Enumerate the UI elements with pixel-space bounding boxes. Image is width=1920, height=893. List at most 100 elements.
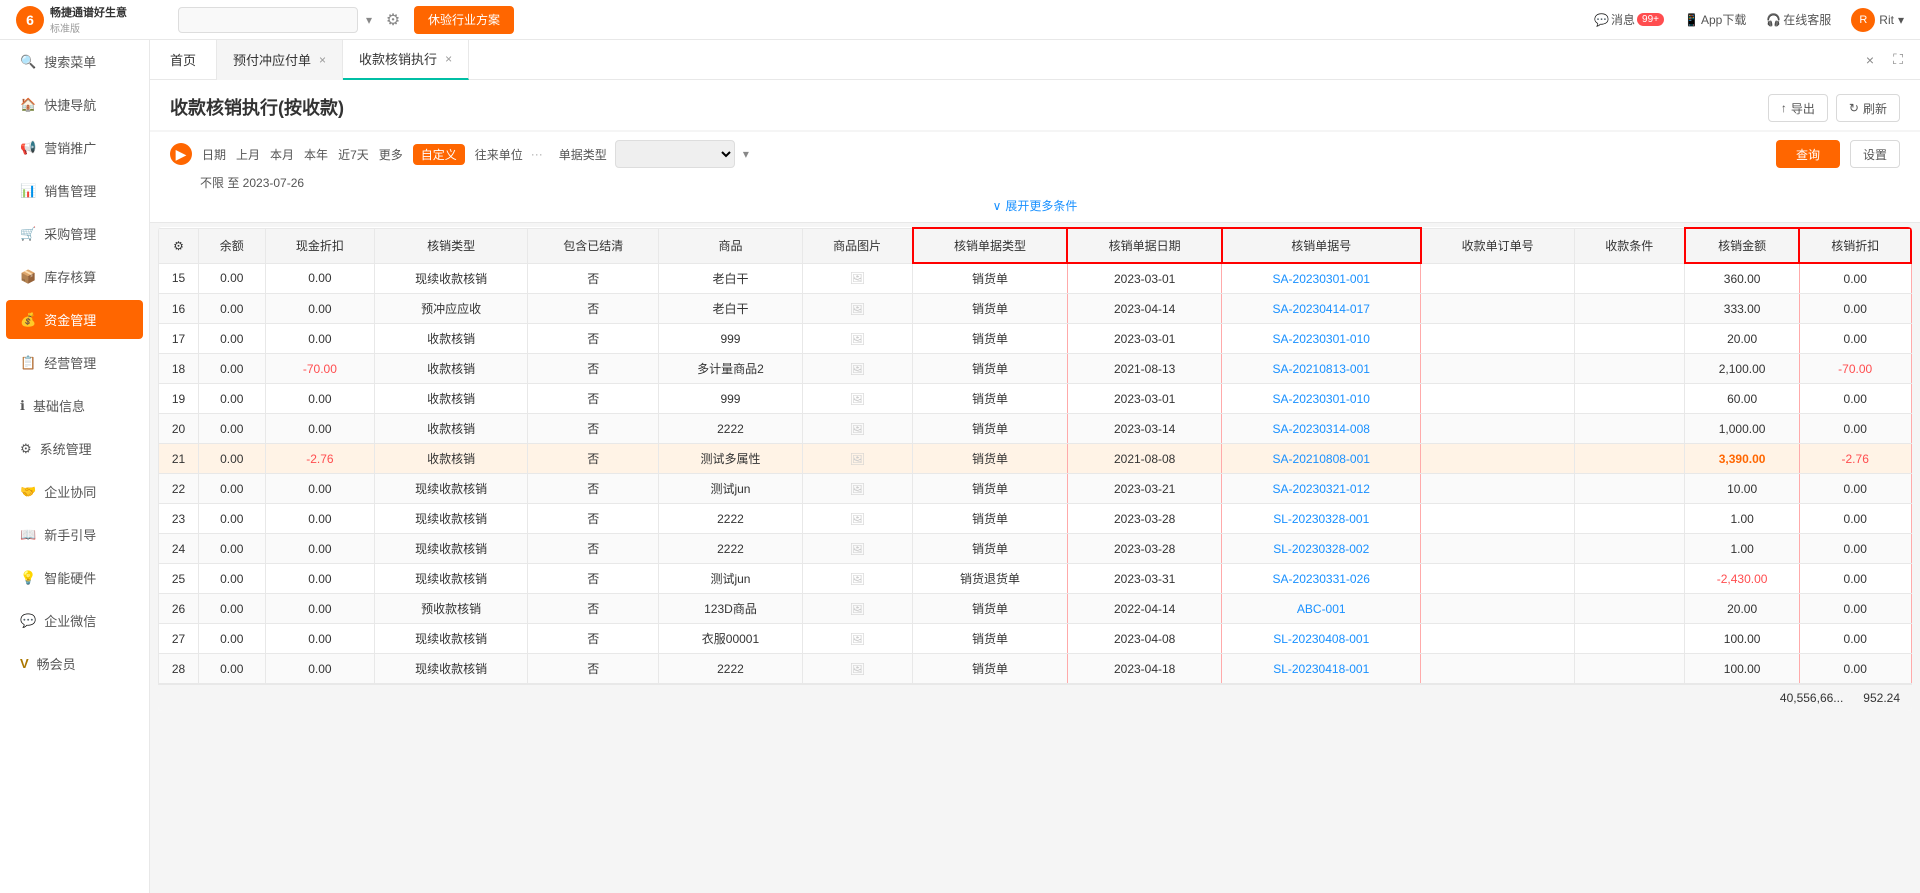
app-title: 畅捷通谱好生意 bbox=[50, 4, 127, 20]
top-search-placeholder bbox=[178, 7, 358, 33]
table-row: 250.000.00现续收款核销否测试jun🖼销货退货单2023-03-31SA… bbox=[159, 564, 1912, 594]
single-type-label: 单据类型 bbox=[559, 146, 607, 163]
marketing-icon: 📢 bbox=[20, 140, 36, 156]
expand-more-btn[interactable]: ∨ 展开更多条件 bbox=[993, 197, 1078, 214]
sidebar-item-system[interactable]: ⚙ 系统管理 bbox=[0, 427, 149, 470]
info-icon: ℹ bbox=[20, 398, 25, 414]
col-header-writeoff-bill-type: 核销单据类型 bbox=[913, 228, 1068, 263]
user-area[interactable]: R Rit ▾ bbox=[1851, 8, 1904, 32]
inventory-icon: 📦 bbox=[20, 269, 36, 285]
sidebar-item-wechat[interactable]: 💬 企业微信 bbox=[0, 599, 149, 642]
date-this-month[interactable]: 本月 bbox=[270, 146, 294, 163]
app-download-btn[interactable]: 📱 App下载 bbox=[1684, 11, 1746, 28]
sidebar-item-hardware[interactable]: 💡 智能硬件 bbox=[0, 556, 149, 599]
sidebar-item-marketing[interactable]: 📢 营销推广 bbox=[0, 126, 149, 169]
sidebar-item-funds[interactable]: 💰 资金管理 bbox=[6, 300, 143, 339]
search-icon: 🔍 bbox=[20, 54, 36, 70]
single-type-select[interactable] bbox=[615, 140, 735, 168]
sidebar-item-inventory[interactable]: 📦 库存核算 bbox=[0, 255, 149, 298]
table-row: 190.000.00收款核销否999🖼销货单2023-03-01SA-20230… bbox=[159, 384, 1912, 414]
system-icon: ⚙ bbox=[20, 441, 32, 457]
online-service-btn[interactable]: 🎧 在线客服 bbox=[1766, 11, 1831, 28]
table-row: 180.00-70.00收款核销否多计量商品2🖼销货单2021-08-13SA-… bbox=[159, 354, 1912, 384]
custom-date-btn[interactable]: 自定义 bbox=[413, 144, 465, 165]
col-header-product: 商品 bbox=[659, 228, 802, 263]
table-row: 230.000.00现续收款核销否2222🖼销货单2023-03-28SL-20… bbox=[159, 504, 1912, 534]
vip-icon: V bbox=[20, 656, 29, 671]
table-container: ⚙ 余额 现金折扣 核销类型 包含已结清 商品 商品图片 核销单据类型 核销单据… bbox=[158, 227, 1912, 711]
gear-button[interactable]: ⚙ bbox=[380, 7, 406, 33]
query-button[interactable]: 查询 bbox=[1776, 140, 1840, 168]
date-more[interactable]: 更多 bbox=[379, 146, 403, 163]
col-header-settings[interactable]: ⚙ bbox=[159, 228, 199, 263]
export-icon: ↑ bbox=[1781, 101, 1787, 115]
sidebar-item-purchase[interactable]: 🛒 采购管理 bbox=[0, 212, 149, 255]
date-label: 日期 bbox=[202, 146, 226, 163]
sales-icon: 📊 bbox=[20, 183, 36, 199]
expand-icon: ∨ bbox=[993, 199, 1002, 213]
col-header-include-settled: 包含已结清 bbox=[528, 228, 659, 263]
sidebar-item-sales[interactable]: 📊 销售管理 bbox=[0, 169, 149, 212]
table-row: 240.000.00现续收款核销否2222🖼销货单2023-03-28SL-20… bbox=[159, 534, 1912, 564]
page-title: 收款核销执行(按收款) bbox=[170, 94, 1900, 120]
logo-area: 6 畅捷通谱好生意 标准版 bbox=[16, 4, 166, 35]
table-row: 170.000.00收款核销否999🖼销货单2023-03-01SA-20230… bbox=[159, 324, 1912, 354]
date-last-month[interactable]: 上月 bbox=[236, 146, 260, 163]
sidebar-item-vip[interactable]: V 畅会员 bbox=[0, 642, 149, 685]
collab-icon: 🤝 bbox=[20, 484, 36, 500]
col-header-writeoff-amount: 核销金额 bbox=[1685, 228, 1800, 263]
industry-solution-button[interactable]: 休验行业方案 bbox=[414, 6, 514, 34]
dropdown-arrow[interactable]: ▾ bbox=[366, 13, 372, 27]
sidebar-item-guide[interactable]: 📖 新手引导 bbox=[0, 513, 149, 556]
sidebar-item-nav[interactable]: 🏠 快捷导航 bbox=[0, 83, 149, 126]
table-footer: 40,556,66... 952.24 bbox=[158, 684, 1912, 711]
export-button[interactable]: ↑ 导出 bbox=[1768, 94, 1828, 122]
sidebar-item-collab[interactable]: 🤝 企业协同 bbox=[0, 470, 149, 513]
col-header-writeoff-discount: 核销折扣 bbox=[1799, 228, 1911, 263]
table-row: 150.000.00现续收款核销否老白干🖼销货单2023-03-01SA-202… bbox=[159, 263, 1912, 294]
writeoff-discount-total: 952.24 bbox=[1863, 691, 1900, 705]
messages-btn[interactable]: 💬 消息 99+ bbox=[1594, 11, 1664, 28]
col-header-writeoff-type: 核销类型 bbox=[375, 228, 528, 263]
message-icon: 💬 bbox=[1594, 13, 1609, 27]
tab-close-btn[interactable]: × bbox=[1858, 48, 1882, 72]
operations-icon: 📋 bbox=[20, 355, 36, 371]
col-header-receipt-condition: 收款条件 bbox=[1574, 228, 1685, 263]
sidebar-item-operations[interactable]: 📋 经营管理 bbox=[0, 341, 149, 384]
tab-writeoff[interactable]: 收款核销执行 × bbox=[343, 40, 469, 80]
table-row: 210.00-2.76收款核销否测试多属性🖼销货单2021-08-08SA-20… bbox=[159, 444, 1912, 474]
table-row: 160.000.00预冲应应收否老白干🖼销货单2023-04-14SA-2023… bbox=[159, 294, 1912, 324]
tab-prepaid[interactable]: 预付冲应付单 × bbox=[217, 40, 343, 80]
tab-bar: 首页 预付冲应付单 × 收款核销执行 × × ⛶ bbox=[150, 40, 1920, 80]
tab-prepaid-close[interactable]: × bbox=[319, 53, 326, 67]
filter-expand-arrow[interactable]: ▶ bbox=[170, 143, 192, 165]
sidebar-item-search[interactable]: 🔍 搜索菜单 bbox=[0, 40, 149, 83]
messages-badge: 99+ bbox=[1637, 13, 1664, 26]
sidebar: 🔍 搜索菜单 🏠 快捷导航 📢 营销推广 📊 销售管理 🛒 采购管理 📦 库存核… bbox=[0, 40, 150, 893]
table-row: 280.000.00现续收款核销否2222🖼销货单2023-04-18SL-20… bbox=[159, 654, 1912, 684]
tab-writeoff-close[interactable]: × bbox=[445, 52, 452, 66]
table-row: 200.000.00收款核销否2222🖼销货单2023-03-14SA-2023… bbox=[159, 414, 1912, 444]
date-7days[interactable]: 近7天 bbox=[338, 146, 369, 163]
phone-icon: 📱 bbox=[1684, 13, 1699, 27]
home-icon: 🏠 bbox=[20, 97, 36, 113]
col-header-cash-discount: 现金折扣 bbox=[265, 228, 375, 263]
refresh-button[interactable]: ↻ 刷新 bbox=[1836, 94, 1900, 122]
setting-button[interactable]: 设置 bbox=[1850, 140, 1900, 168]
headset-icon: 🎧 bbox=[1766, 13, 1781, 27]
date-range-display: 不限 至 2023-07-26 bbox=[200, 174, 304, 191]
col-header-writeoff-bill-no: 核销单据号 bbox=[1222, 228, 1421, 263]
table-row: 270.000.00现续收款核销否衣服00001🖼销货单2023-04-08SL… bbox=[159, 624, 1912, 654]
sidebar-item-basic-info[interactable]: ℹ 基础信息 bbox=[0, 384, 149, 427]
wechat-icon: 💬 bbox=[20, 613, 36, 629]
refresh-icon: ↻ bbox=[1849, 101, 1859, 115]
col-header-receipt-order: 收款单订单号 bbox=[1421, 228, 1575, 263]
table-row: 220.000.00现续收款核销否测试jun🖼销货单2023-03-21SA-2… bbox=[159, 474, 1912, 504]
table-row: 260.000.00预收款核销否123D商品🖼销货单2022-04-14ABC-… bbox=[159, 594, 1912, 624]
tab-maximize-btn[interactable]: ⛶ bbox=[1886, 48, 1910, 72]
writeoff-amount-total: 40,556,66... bbox=[1780, 691, 1843, 705]
logo-icon: 6 bbox=[16, 6, 44, 34]
date-this-year[interactable]: 本年 bbox=[304, 146, 328, 163]
user-dropdown-icon: ▾ bbox=[1898, 13, 1904, 27]
tab-home[interactable]: 首页 bbox=[150, 40, 217, 80]
